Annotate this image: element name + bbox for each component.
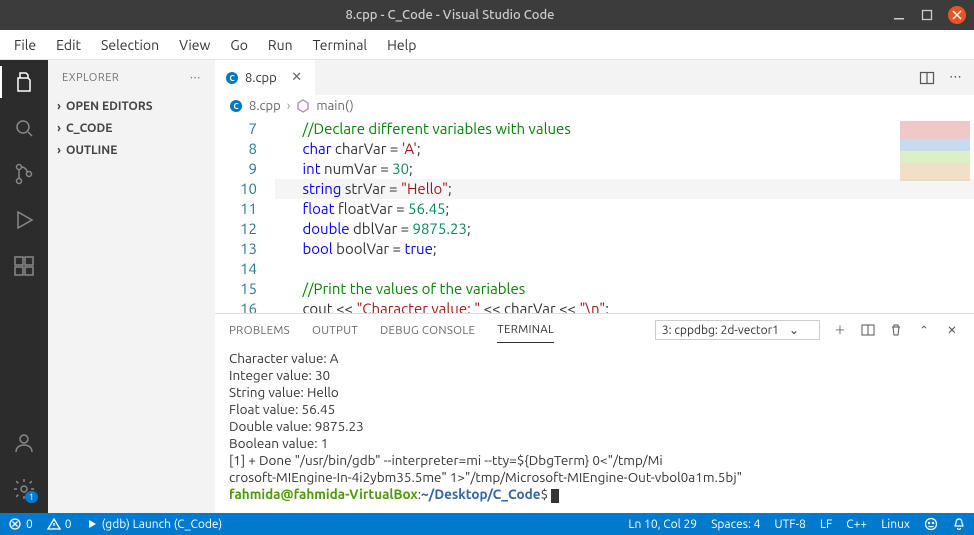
svg-text:C: C: [233, 102, 238, 111]
window-title: 8.cpp - C_Code - Visual Studio Code: [8, 8, 892, 22]
chevron-down-icon: ⌄: [789, 323, 799, 337]
trash-icon[interactable]: [888, 322, 904, 338]
menu-selection[interactable]: Selection: [91, 33, 169, 57]
status-position[interactable]: Ln 10, Col 29: [628, 518, 697, 531]
status-warnings[interactable]: 0: [47, 517, 72, 531]
method-icon: [296, 99, 310, 113]
split-editor-icon[interactable]: [919, 70, 935, 86]
panel: PROBLEMS OUTPUT DEBUG CONSOLE TERMINAL 3…: [215, 313, 974, 513]
menubar: File Edit Selection View Go Run Terminal…: [0, 30, 974, 60]
menu-go[interactable]: Go: [220, 33, 257, 57]
menu-run[interactable]: Run: [258, 33, 303, 57]
panel-tab-terminal[interactable]: TERMINAL: [497, 317, 554, 343]
extensions-icon[interactable]: [12, 254, 36, 278]
more-icon[interactable]: ⋯: [949, 70, 962, 86]
chevron-up-icon[interactable]: ⌃: [916, 322, 932, 338]
close-button[interactable]: [948, 6, 966, 24]
menu-file[interactable]: File: [4, 33, 46, 57]
chevron-right-icon: ›: [52, 100, 66, 113]
sidebar-section-open-editors[interactable]: ›OPEN EDITORS: [48, 95, 215, 117]
tab-file[interactable]: C 8.cpp ✕: [215, 60, 315, 95]
cpp-file-icon: C: [225, 71, 239, 85]
editor-area: C 8.cpp ✕ ⋯ C 8.cpp › main() 78910111213…: [215, 60, 974, 513]
svg-text:C: C: [229, 74, 234, 83]
breadcrumb[interactable]: C 8.cpp › main(): [215, 95, 974, 117]
bell-icon[interactable]: [952, 517, 966, 531]
tab-label: 8.cpp: [245, 71, 277, 85]
settings-badge: 1: [25, 491, 38, 503]
sidebar-section-folder[interactable]: ›C_CODE: [48, 117, 215, 139]
source-control-icon[interactable]: [12, 162, 36, 186]
cpp-file-icon: C: [229, 99, 243, 113]
tab-close-icon[interactable]: ✕: [289, 70, 305, 86]
panel-tab-problems[interactable]: PROBLEMS: [229, 318, 290, 343]
terminal-selector[interactable]: 3: cppdbg: 2d-vector1⌄: [655, 320, 820, 340]
run-debug-icon[interactable]: [12, 208, 36, 232]
menu-edit[interactable]: Edit: [46, 33, 91, 57]
chevron-right-icon: ›: [52, 122, 66, 135]
sidebar: EXPLORER ⋯ ›OPEN EDITORS ›C_CODE ›OUTLIN…: [48, 60, 215, 513]
chevron-right-icon: ›: [287, 99, 291, 113]
status-spaces[interactable]: Spaces: 4: [711, 518, 760, 531]
sidebar-section-outline[interactable]: ›OUTLINE: [48, 139, 215, 161]
titlebar: 8.cpp - C_Code - Visual Studio Code: [0, 0, 974, 30]
activitybar: 1: [0, 60, 48, 513]
minimize-button[interactable]: [892, 8, 906, 22]
sidebar-more-icon[interactable]: ⋯: [190, 71, 202, 84]
menu-view[interactable]: View: [169, 33, 220, 57]
code-editor[interactable]: 78910111213141516 //Declare different va…: [215, 117, 974, 313]
new-terminal-icon[interactable]: ＋: [832, 322, 848, 338]
maximize-button[interactable]: [920, 8, 934, 22]
tabbar: C 8.cpp ✕ ⋯: [215, 60, 974, 95]
search-icon[interactable]: [12, 116, 36, 140]
account-icon[interactable]: [12, 431, 36, 455]
panel-tab-debug-console[interactable]: DEBUG CONSOLE: [380, 318, 475, 343]
split-terminal-icon[interactable]: [860, 322, 876, 338]
sidebar-title: EXPLORER: [62, 72, 119, 84]
settings-icon[interactable]: 1: [12, 477, 36, 501]
menu-terminal[interactable]: Terminal: [303, 33, 378, 57]
feedback-icon[interactable]: [924, 517, 938, 531]
chevron-right-icon: ›: [52, 144, 66, 157]
status-eol[interactable]: LF: [820, 518, 832, 531]
panel-tab-output[interactable]: OUTPUT: [312, 318, 358, 343]
status-os[interactable]: Linux: [881, 518, 910, 531]
status-launch[interactable]: (gdb) Launch (C_Code): [86, 518, 223, 531]
minimap[interactable]: [900, 121, 970, 181]
close-panel-icon[interactable]: ✕: [944, 322, 960, 338]
status-errors[interactable]: 0: [8, 517, 33, 531]
status-language[interactable]: C++: [846, 518, 867, 531]
menu-help[interactable]: Help: [377, 33, 426, 57]
statusbar: 0 0 (gdb) Launch (C_Code) Ln 10, Col 29 …: [0, 513, 974, 535]
explorer-icon[interactable]: [12, 70, 36, 94]
status-encoding[interactable]: UTF-8: [774, 518, 805, 531]
terminal-output[interactable]: Character value: AInteger value: 30Strin…: [215, 346, 974, 513]
